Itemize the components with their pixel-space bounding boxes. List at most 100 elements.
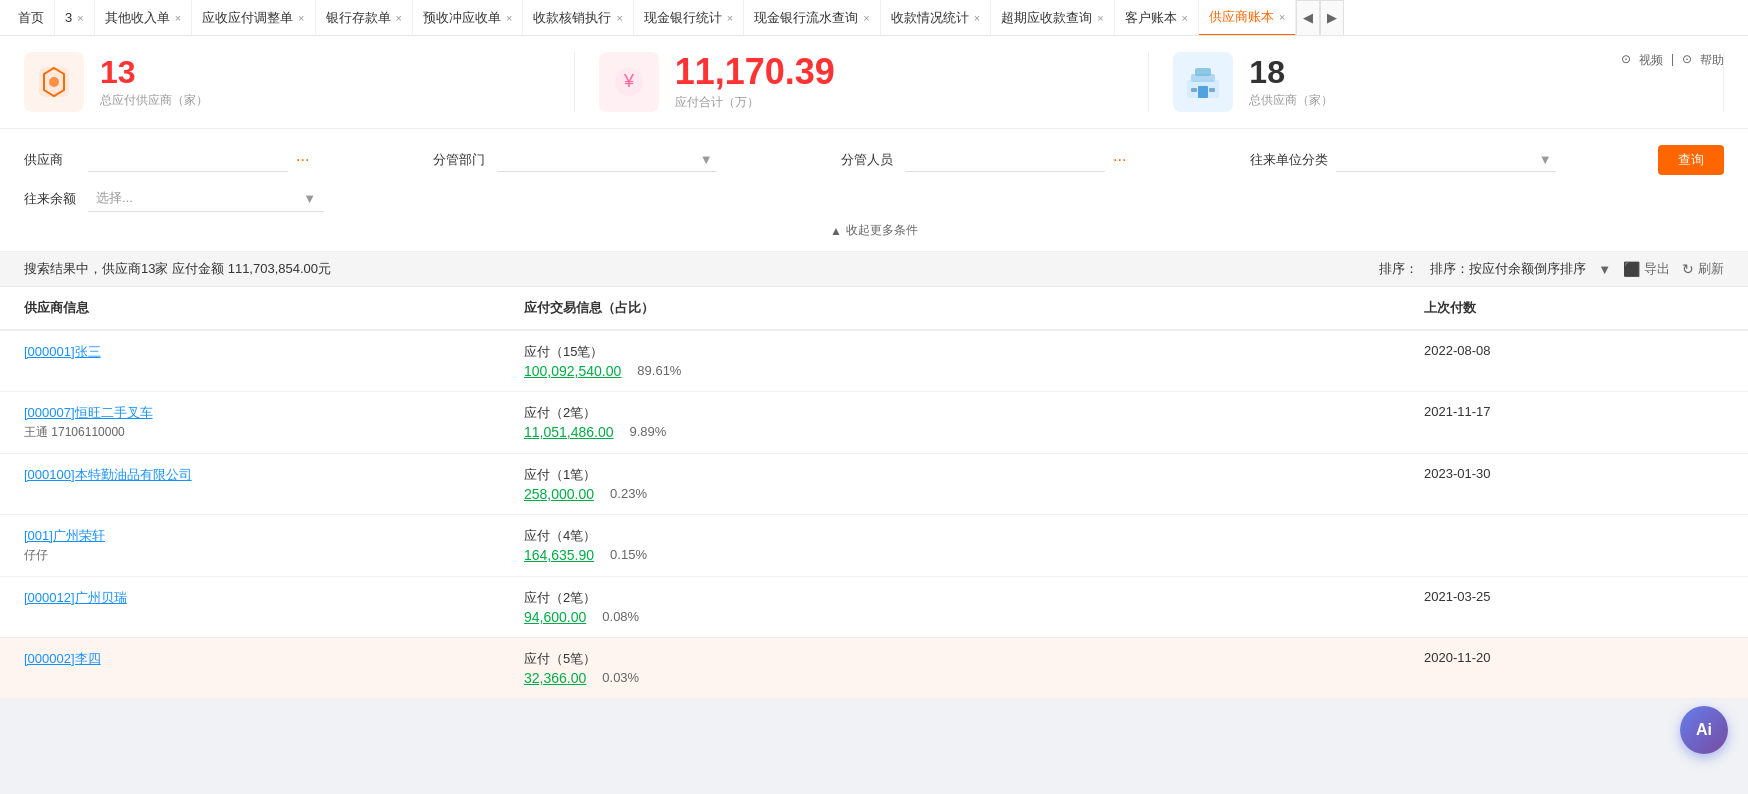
svg-rect-8 [1198, 86, 1208, 98]
close-tab-3[interactable]: × [77, 12, 83, 24]
person-input[interactable] [905, 148, 1105, 172]
close-tab-recv-verify[interactable]: × [616, 12, 622, 24]
supplier-link-5[interactable]: [000012]广州贝瑞 [24, 590, 127, 605]
close-tab-cash-bank-stat[interactable]: × [727, 12, 733, 24]
collapse-label: 收起更多条件 [846, 222, 918, 239]
filter-balance: 往来余额 选择... ▼ [24, 185, 324, 212]
svg-text:¥: ¥ [623, 71, 635, 91]
stat-total-details: 11,170.39 应付合计（万） [675, 54, 835, 111]
refresh-button[interactable]: ↻ 刷新 [1682, 260, 1724, 278]
result-actions: 排序： 排序：按应付余额倒序排序 ▼ ⬛ 导出 ↻ 刷新 [1379, 260, 1724, 278]
filter-dept: 分管部门 ▼ [433, 148, 826, 172]
stat-supplier-number: 18 [1249, 56, 1333, 88]
supplier-info-1: [000001]张三 [24, 343, 524, 361]
table-container: 供应商信息 应付交易信息（占比） 上次付数 [000001]张三 应付（15笔）… [0, 287, 1748, 699]
table-row: [000002]李四 应付（5笔） 32,366.00 0.03% 2020-1… [0, 638, 1748, 699]
stat-supplier-details: 18 总供应商（家） [1249, 56, 1333, 109]
nav-tab-prepay-offset[interactable]: 预收冲应收单 × [413, 0, 523, 36]
nav-tab-3[interactable]: 3 × [55, 0, 95, 36]
close-tab-customer-acct[interactable]: × [1182, 12, 1188, 24]
collapse-arrow: ▲ [830, 224, 842, 238]
close-tab-other-income[interactable]: × [175, 12, 181, 24]
category-label: 往来单位分类 [1250, 151, 1328, 169]
close-tab-prepay-offset[interactable]: × [506, 12, 512, 24]
close-tab-recv-stat[interactable]: × [974, 12, 980, 24]
nav-tab-customer-acct[interactable]: 客户账本 × [1115, 0, 1199, 36]
nav-tab-other-income[interactable]: 其他收入单 × [95, 0, 192, 36]
trans-count-3: 应付（1笔） [524, 466, 1424, 484]
nav-tab-recv-stat[interactable]: 收款情况统计 × [881, 0, 991, 36]
supplier-link-2[interactable]: [000007]恒旺二手叉车 [24, 405, 153, 420]
trans-count-2: 应付（2笔） [524, 404, 1424, 422]
trans-count-4: 应付（4笔） [524, 527, 1424, 545]
nav-right-arrow[interactable]: ▶ [1320, 0, 1344, 36]
dept-select[interactable]: ▼ [497, 148, 717, 172]
nav-tab-cash-bank-stat[interactable]: 现金银行统计 × [634, 0, 744, 36]
nav-tab-recv-verify[interactable]: 收款核销执行 × [523, 0, 633, 36]
col-trans: 应付交易信息（占比） [524, 299, 1424, 317]
nav-tab-supplier-acct[interactable]: 供应商账本 × [1199, 0, 1296, 36]
help-icon: ⊙ [1682, 52, 1692, 69]
nav-tab-home[interactable]: 首页 [8, 0, 55, 36]
trans-count-5: 应付（2笔） [524, 589, 1424, 607]
trans-percent-5: 0.08% [602, 609, 639, 624]
sort-label: 排序： [1379, 260, 1418, 278]
help-link[interactable]: 帮助 [1700, 52, 1724, 69]
nav-tab-cash-bank-flow[interactable]: 现金银行流水查询 × [744, 0, 880, 36]
link-divider: | [1671, 52, 1674, 69]
filter-row-1: 供应商 ··· 分管部门 ▼ 分管人员 ··· 往来单位分类 ▼ 查询 [24, 145, 1724, 175]
supplier-info-3: [000100]本特勤油品有限公司 [24, 466, 524, 484]
supplier-link-3[interactable]: [000100]本特勤油品有限公司 [24, 467, 192, 482]
category-select[interactable]: ▼ [1336, 148, 1556, 172]
export-button[interactable]: ⬛ 导出 [1623, 260, 1670, 278]
svg-rect-7 [1195, 68, 1211, 76]
result-text: 搜索结果中，供应商13家 应付金额 111,703,854.00元 [24, 260, 331, 278]
trans-amount-4[interactable]: 164,635.90 [524, 547, 594, 563]
supplier-dots[interactable]: ··· [296, 151, 309, 169]
trans-percent-1: 89.61% [637, 363, 681, 378]
supplier-input[interactable] [88, 148, 288, 172]
col-supplier: 供应商信息 [24, 299, 524, 317]
table-header: 供应商信息 应付交易信息（占比） 上次付数 [0, 287, 1748, 331]
trans-count-1: 应付（15笔） [524, 343, 1424, 361]
last-pay-3: 2023-01-30 [1424, 466, 1724, 481]
stat-payable-suppliers: 13 总应付供应商（家） [24, 52, 575, 112]
nav-tab-overdue-query[interactable]: 超期应收款查询 × [991, 0, 1114, 36]
balance-arrow: ▼ [303, 191, 316, 206]
video-link[interactable]: 视频 [1639, 52, 1663, 69]
close-tab-payable-adjust[interactable]: × [298, 12, 304, 24]
nav-tab-bank-deposit[interactable]: 银行存款单 × [316, 0, 413, 36]
collapse-button[interactable]: ▲ 收起更多条件 [830, 222, 918, 239]
sort-value[interactable]: 排序：按应付余额倒序排序 [1430, 260, 1586, 278]
supplier-link-6[interactable]: [000002]李四 [24, 651, 101, 666]
close-tab-bank-deposit[interactable]: × [396, 12, 402, 24]
trans-amount-5[interactable]: 94,600.00 [524, 609, 586, 625]
nav-tab-payable-adjust[interactable]: 应收应付调整单 × [192, 0, 315, 36]
close-tab-cash-bank-flow[interactable]: × [863, 12, 869, 24]
sort-down-icon: ▼ [1598, 262, 1611, 277]
trans-info-6: 应付（5笔） 32,366.00 0.03% [524, 650, 1424, 686]
balance-label: 往来余额 [24, 190, 80, 208]
close-tab-overdue-query[interactable]: × [1097, 12, 1103, 24]
supplier-label: 供应商 [24, 151, 80, 169]
trans-amount-2[interactable]: 11,051,486.00 [524, 424, 614, 440]
close-tab-supplier-acct[interactable]: × [1279, 11, 1285, 23]
dept-arrow: ▼ [700, 152, 713, 167]
trans-amount-6[interactable]: 32,366.00 [524, 670, 586, 686]
nav-left-arrow[interactable]: ◀ [1296, 0, 1320, 36]
supplier-link-1[interactable]: [000001]张三 [24, 344, 101, 359]
search-button[interactable]: 查询 [1658, 145, 1724, 175]
trans-amount-row-2: 11,051,486.00 9.89% [524, 422, 1424, 440]
trans-amount-1[interactable]: 100,092,540.00 [524, 363, 621, 379]
supplier-info-4: [001]广州荣轩 仔仔 [24, 527, 524, 564]
supplier-sub-2: 王通 17106110000 [24, 424, 524, 441]
supplier-link-4[interactable]: [001]广州荣轩 [24, 528, 105, 543]
last-pay-2: 2021-11-17 [1424, 404, 1724, 419]
person-dots[interactable]: ··· [1113, 151, 1126, 169]
filter-row-2: 往来余额 选择... ▼ [24, 185, 1724, 212]
trans-amount-3[interactable]: 258,000.00 [524, 486, 594, 502]
dept-label: 分管部门 [433, 151, 489, 169]
balance-select[interactable]: 选择... ▼ [88, 185, 324, 212]
svg-rect-9 [1191, 88, 1197, 92]
stat-payable-total: ¥ 11,170.39 应付合计（万） [575, 52, 1150, 112]
